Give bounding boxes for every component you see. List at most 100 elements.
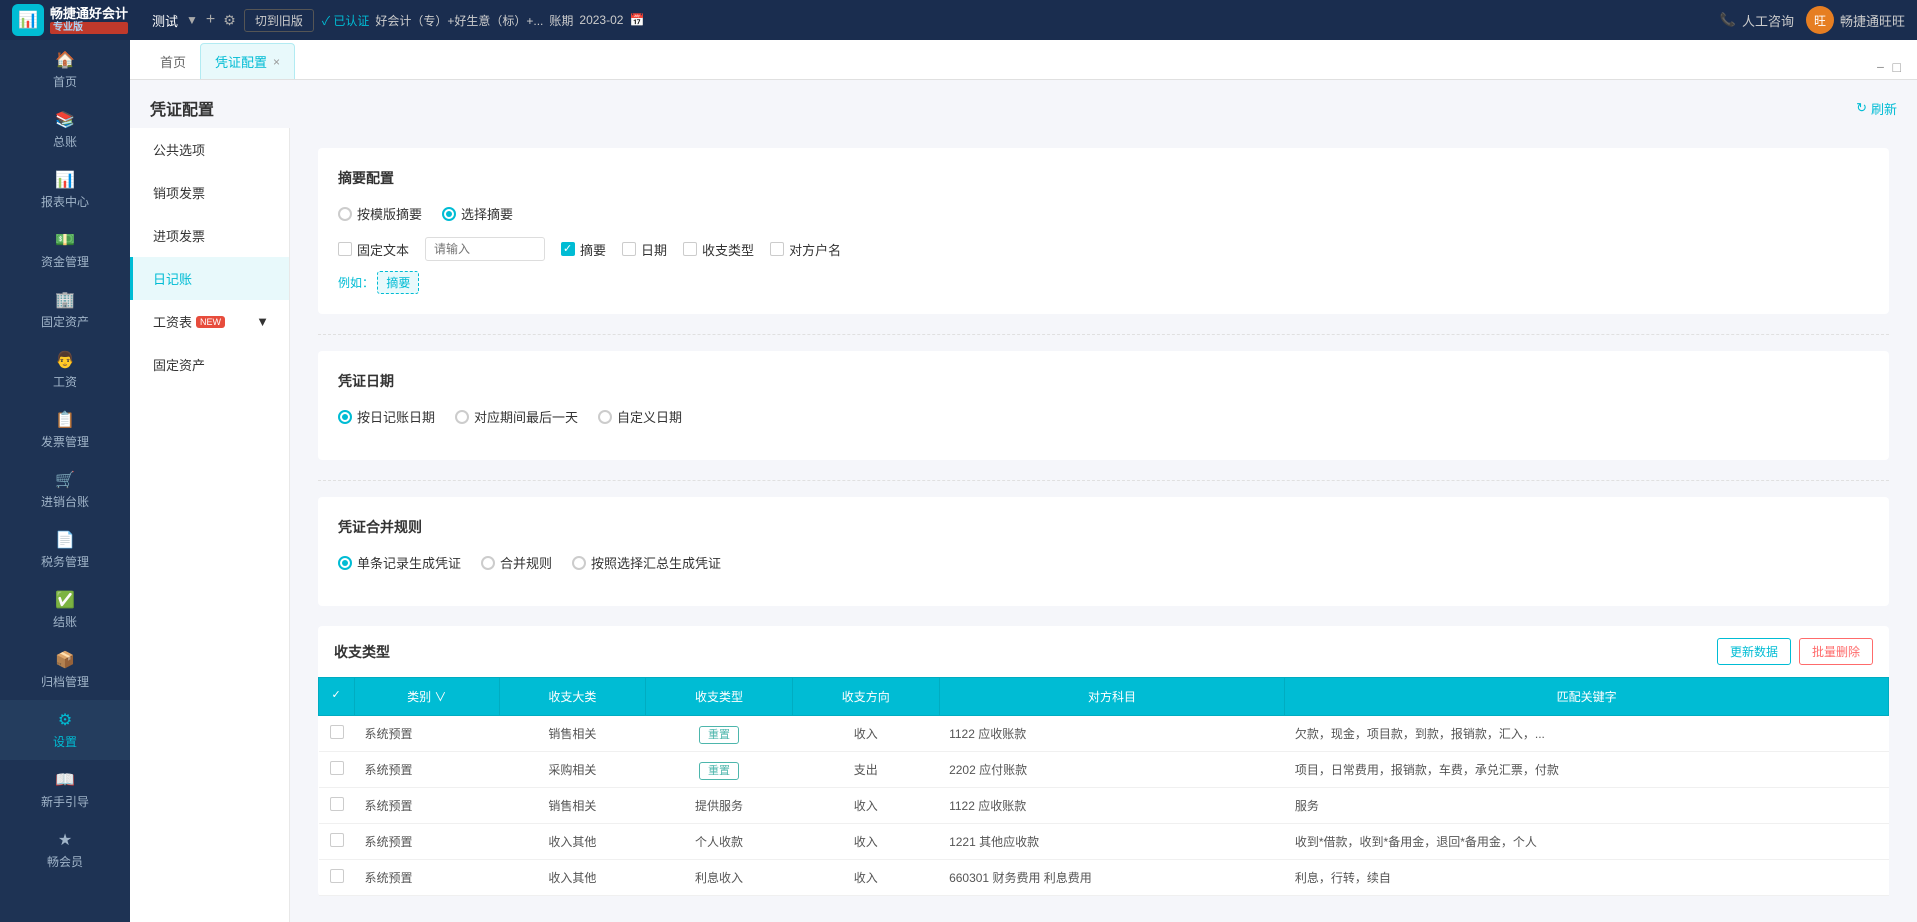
checkbox-counterpart[interactable]: 对方户名 — [770, 240, 841, 259]
row-checkbox-0[interactable] — [319, 716, 355, 752]
reset-tag-0[interactable]: 重置 — [699, 726, 739, 744]
sidebar-item-payroll[interactable]: 👨 工资 — [0, 340, 130, 400]
sidebar-item-settings[interactable]: ⚙ 设置 — [0, 700, 130, 760]
left-menu-item-sales-invoice[interactable]: 销项发票 — [130, 171, 289, 214]
left-menu-label-public: 公共选项 — [153, 143, 205, 158]
radio-journal-date[interactable]: 按日记账日期 — [338, 407, 435, 426]
checkbox-abstract[interactable]: 摘要 — [561, 240, 606, 259]
radio-merge-rule[interactable]: 合并规则 — [481, 553, 552, 572]
row-direction-1: 支出 — [792, 752, 939, 788]
radio-summary-generate[interactable]: 按照选择汇总生成凭证 — [572, 553, 721, 572]
refresh-button[interactable]: ↻ 刷新 — [1856, 99, 1897, 118]
row-checkbox-3[interactable] — [319, 824, 355, 860]
row-type-2: 提供服务 — [646, 788, 793, 824]
th-checkbox[interactable] — [319, 678, 355, 716]
radio-period-last-day-label: 对应期间最后一天 — [474, 407, 578, 426]
merge-rule-radio-group: 单条记录生成凭证 合并规则 按照选择汇总生成凭证 — [338, 553, 1869, 572]
tab-home[interactable]: 首页 — [146, 44, 200, 79]
radio-template-summary[interactable]: 按模版摘要 — [338, 204, 422, 223]
radio-journal-date-circle — [338, 410, 352, 424]
calendar-icon[interactable]: 📅 — [629, 13, 644, 27]
left-menu-item-public[interactable]: 公共选项 — [130, 128, 289, 171]
radio-select-label: 选择摘要 — [461, 204, 513, 223]
row-big-class-0: 销售相关 — [499, 716, 646, 752]
reset-tag-1[interactable]: 重置 — [699, 762, 739, 780]
batch-delete-button[interactable]: 批量删除 — [1799, 638, 1873, 665]
consult-area[interactable]: 📞 人工咨询 — [1720, 11, 1794, 30]
row-checkbox-box-4[interactable] — [330, 869, 344, 883]
radio-single-record-circle — [338, 556, 352, 570]
radio-custom-date[interactable]: 自定义日期 — [598, 407, 682, 426]
status-tags: ✓ 已认证 好会计（专）+好生意（标）+... 账期 2023-02 📅 — [322, 12, 645, 29]
sidebar-item-member[interactable]: ★ 畅会员 — [0, 820, 130, 880]
radio-select-summary[interactable]: 选择摘要 — [442, 204, 513, 223]
sidebar-label-guide: 新手引导 — [41, 793, 89, 810]
settlement-icon: ✅ — [55, 590, 75, 610]
left-menu-item-journal[interactable]: 日记账 — [130, 257, 289, 300]
switch-version-button[interactable]: 切到旧版 — [244, 9, 314, 32]
sidebar: 🏠 首页 📚 总账 📊 报表中心 💵 资金管理 🏢 固定资产 👨 工资 📋 发票… — [0, 40, 130, 922]
sidebar-item-home[interactable]: 🏠 首页 — [0, 40, 130, 100]
radio-summary-generate-label: 按照选择汇总生成凭证 — [591, 553, 721, 572]
sidebar-item-reports[interactable]: 📊 报表中心 — [0, 160, 130, 220]
main-layout: 🏠 首页 📚 总账 📊 报表中心 💵 资金管理 🏢 固定资产 👨 工资 📋 发票… — [0, 40, 1917, 922]
tab-close-icon[interactable]: × — [273, 55, 280, 69]
sidebar-item-purchase[interactable]: 🛒 进销台账 — [0, 460, 130, 520]
setting-icon[interactable]: ⚙ — [223, 12, 236, 29]
user-area[interactable]: 旺 畅捷通旺旺 — [1806, 6, 1905, 34]
avatar: 旺 — [1806, 6, 1834, 34]
sidebar-item-archive[interactable]: 📦 归档管理 — [0, 640, 130, 700]
select-all-checkbox[interactable] — [330, 688, 344, 702]
checkbox-abstract-box — [561, 242, 575, 256]
voucher-date-radio-group: 按日记账日期 对应期间最后一天 自定义日期 — [338, 407, 1869, 426]
left-menu-item-purchase-invoice[interactable]: 进项发票 — [130, 214, 289, 257]
merge-rule-title: 凭证合并规则 — [338, 517, 1869, 537]
sidebar-item-tax[interactable]: 📄 税务管理 — [0, 520, 130, 580]
row-checkbox-box-2[interactable] — [330, 797, 344, 811]
row-keywords-4: 利息，行转，续自 — [1285, 860, 1889, 896]
sidebar-item-funds[interactable]: 💵 资金管理 — [0, 220, 130, 280]
refresh-label: 刷新 — [1871, 99, 1897, 118]
tab-voucher-config[interactable]: 凭证配置 × — [200, 43, 295, 79]
row-direction-2: 收入 — [792, 788, 939, 824]
row-type-4: 利息收入 — [646, 860, 793, 896]
brand-name: 畅捷通好会计 — [50, 6, 128, 22]
window-maximize-icon[interactable]: □ — [1893, 59, 1901, 75]
checkbox-counterpart-box — [770, 242, 784, 256]
row-checkbox-2[interactable] — [319, 788, 355, 824]
row-checkbox-4[interactable] — [319, 860, 355, 896]
sidebar-item-settlement[interactable]: ✅ 结账 — [0, 580, 130, 640]
radio-single-record[interactable]: 单条记录生成凭证 — [338, 553, 461, 572]
checkbox-counterpart-label: 对方户名 — [789, 240, 841, 259]
window-minimize-icon[interactable]: − — [1876, 59, 1884, 75]
summary-options-row: 固定文本 摘要 日期 收支类型 — [338, 237, 1869, 261]
sidebar-item-guide[interactable]: 📖 新手引导 — [0, 760, 130, 820]
example-row: 例如： 摘要 — [338, 271, 1869, 294]
fixed-text-input[interactable] — [425, 237, 545, 261]
checkbox-type[interactable]: 收支类型 — [683, 240, 754, 259]
left-menu-item-fixed-assets-sub[interactable]: 固定资产 — [130, 343, 289, 386]
sidebar-label-home: 首页 — [53, 73, 77, 90]
new-badge: NEW — [196, 316, 225, 328]
checkbox-type-box — [683, 242, 697, 256]
row-direction-3: 收入 — [792, 824, 939, 860]
add-icon[interactable]: + — [206, 11, 215, 29]
row-direction-0: 收入 — [792, 716, 939, 752]
checkbox-date[interactable]: 日期 — [622, 240, 667, 259]
left-menu-item-payroll-table[interactable]: 工资表 NEW ▼ — [130, 300, 289, 343]
row-category-2: 系统预置 — [355, 788, 500, 824]
tab-voucher-label: 凭证配置 — [215, 52, 267, 71]
row-checkbox-box-3[interactable] — [330, 833, 344, 847]
sidebar-item-invoice[interactable]: 📋 发票管理 — [0, 400, 130, 460]
report-icon: 📊 — [55, 170, 75, 190]
sidebar-item-general-ledger[interactable]: 📚 总账 — [0, 100, 130, 160]
dropdown-arrow-icon[interactable]: ▼ — [186, 13, 198, 27]
row-checkbox-box-0[interactable] — [330, 725, 344, 739]
radio-period-last-day[interactable]: 对应期间最后一天 — [455, 407, 578, 426]
checkbox-fixed-text[interactable]: 固定文本 — [338, 240, 409, 259]
row-checkbox-box-1[interactable] — [330, 761, 344, 775]
row-category-0: 系统预置 — [355, 716, 500, 752]
row-checkbox-1[interactable] — [319, 752, 355, 788]
update-data-button[interactable]: 更新数据 — [1717, 638, 1791, 665]
sidebar-item-fixed-assets[interactable]: 🏢 固定资产 — [0, 280, 130, 340]
